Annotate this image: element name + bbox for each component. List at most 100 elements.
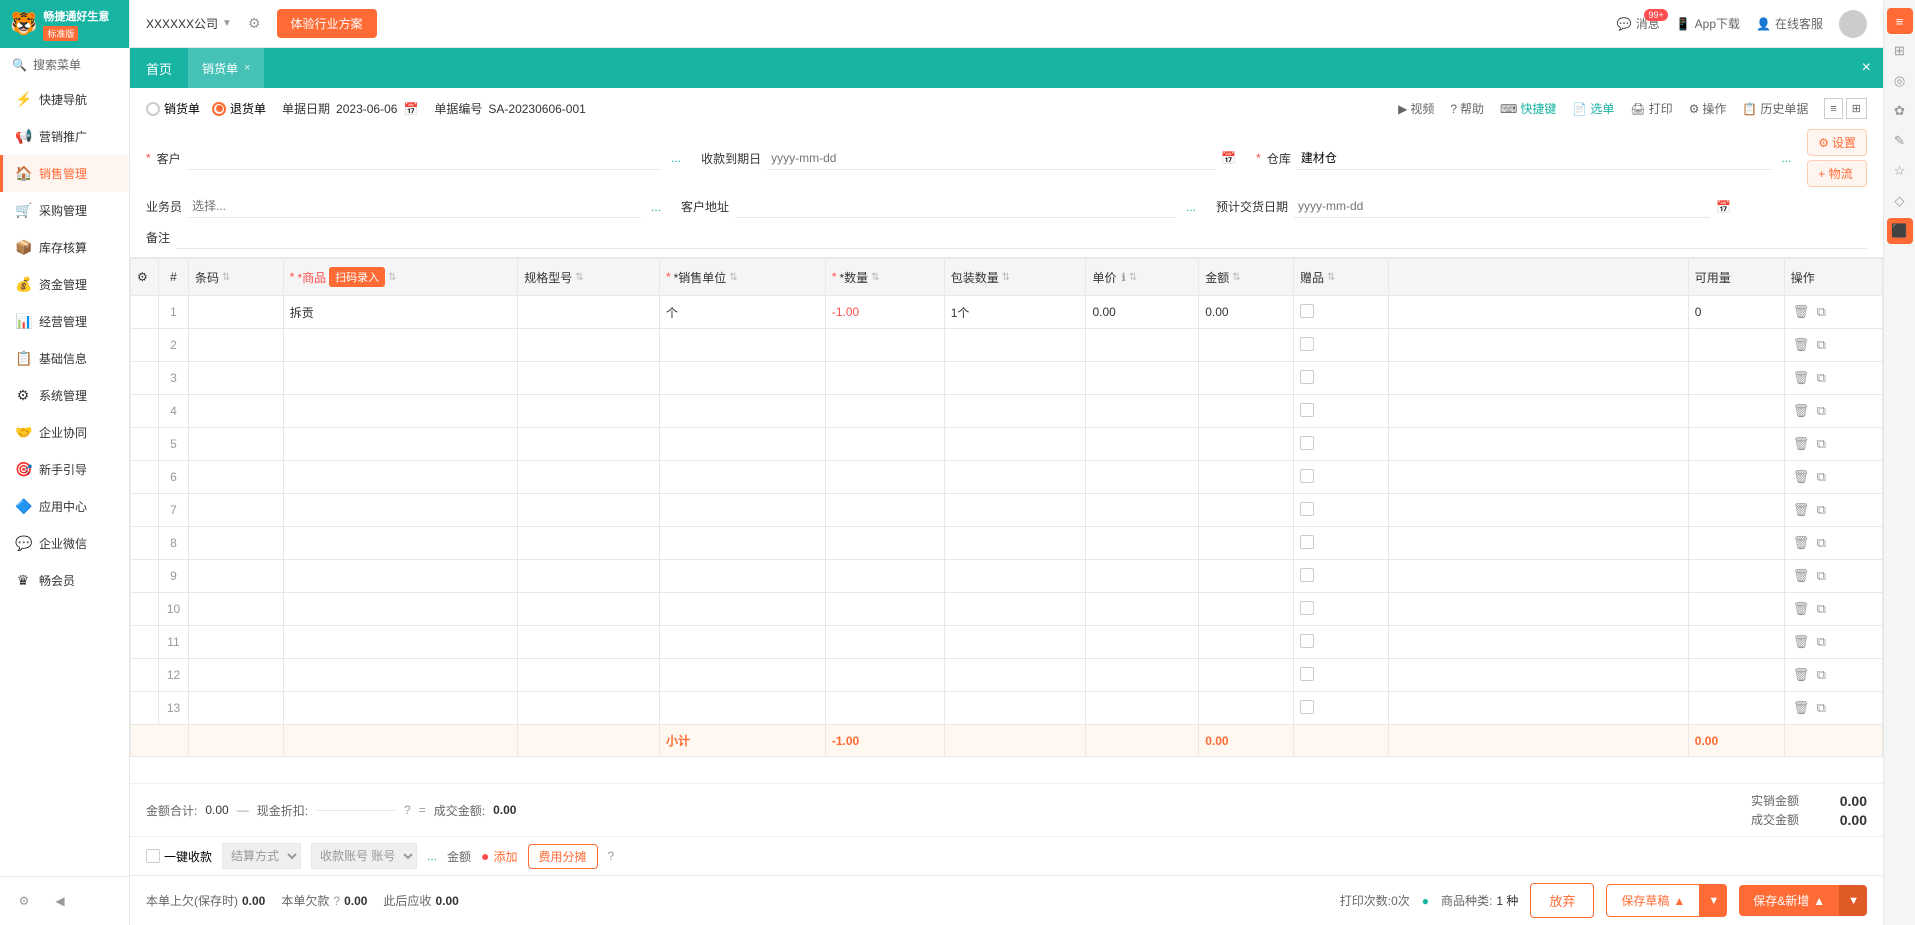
- delete-row-btn[interactable]: 🗑: [1791, 467, 1812, 487]
- delete-row-btn[interactable]: 🗑: [1791, 434, 1812, 454]
- right-panel-btn-8[interactable]: ⬛: [1887, 218, 1913, 244]
- sidebar-item-guide[interactable]: 🎯 新手引导: [0, 451, 129, 488]
- fee-split-btn[interactable]: 费用分摊: [528, 844, 598, 869]
- tab-close-icon[interactable]: ×: [244, 62, 250, 74]
- delete-row-btn[interactable]: 🗑: [1791, 599, 1812, 619]
- delete-row-btn[interactable]: 🗑: [1791, 533, 1812, 553]
- right-panel-btn-6[interactable]: ☆: [1887, 158, 1913, 184]
- toolbar-history-btn[interactable]: 📋 历史单据: [1738, 98, 1812, 119]
- warehouse-input[interactable]: [1297, 147, 1771, 170]
- messages-btn[interactable]: 💬 消息 99+: [1617, 15, 1660, 32]
- copy-row-btn[interactable]: ⧉: [1815, 599, 1828, 619]
- save-draft-btn[interactable]: 保存草稿 ▲: [1606, 884, 1700, 917]
- copy-row-btn[interactable]: ⧉: [1815, 566, 1828, 586]
- sidebar-item-marketing[interactable]: 📢 营销推广: [0, 118, 129, 155]
- view-list-btn[interactable]: ≡: [1824, 98, 1842, 119]
- addr-dots-btn[interactable]: ...: [1186, 200, 1196, 214]
- copy-row-btn[interactable]: ⧉: [1815, 302, 1828, 322]
- customer-dots-btn[interactable]: ...: [671, 151, 681, 165]
- account-select[interactable]: 收款账号 账号: [311, 843, 417, 869]
- salesperson-input[interactable]: [188, 195, 641, 218]
- view-grid-btn[interactable]: ⊞: [1846, 98, 1867, 119]
- sidebar-item-apps[interactable]: 🔷 应用中心: [0, 488, 129, 525]
- calc-help-icon[interactable]: ?: [404, 803, 411, 817]
- customer-input[interactable]: [187, 147, 661, 170]
- copy-row-btn[interactable]: ⧉: [1815, 665, 1828, 685]
- fee-help-icon[interactable]: ?: [608, 849, 615, 863]
- company-selector[interactable]: XXXXXX公司 ▼: [146, 15, 232, 32]
- sidebar-item-system[interactable]: ⚙ 系统管理: [0, 377, 129, 414]
- toolbar-shortcut-btn[interactable]: ⌨ 快捷键: [1496, 98, 1560, 119]
- delete-row-btn[interactable]: 🗑: [1791, 566, 1812, 586]
- settings-btn[interactable]: ⚙ 设置: [1807, 129, 1867, 156]
- delete-row-btn[interactable]: 🗑: [1791, 302, 1812, 322]
- sidebar-item-base[interactable]: 📋 基础信息: [0, 340, 129, 377]
- right-panel-btn-3[interactable]: ◎: [1887, 68, 1913, 94]
- copy-row-btn[interactable]: ⧉: [1815, 500, 1828, 520]
- app-download-btn[interactable]: 📱 App下载: [1676, 15, 1740, 32]
- sidebar-item-sales[interactable]: 🏠 销售管理: [0, 155, 129, 192]
- service-btn[interactable]: 👤 在线客服: [1756, 15, 1823, 32]
- sidebar-search[interactable]: 🔍 搜索菜单: [0, 48, 129, 81]
- toolbar-help-btn[interactable]: ? 帮助: [1446, 98, 1488, 119]
- tab-home[interactable]: 首页: [130, 48, 188, 88]
- delete-row-btn[interactable]: 🗑: [1791, 632, 1812, 652]
- sidebar-item-finance[interactable]: 💰 资金管理: [0, 266, 129, 303]
- expected-date-input[interactable]: [1294, 195, 1710, 218]
- date-calendar-icon[interactable]: 📅: [403, 102, 418, 116]
- sidebar-item-enterprise[interactable]: 🤝 企业协同: [0, 414, 129, 451]
- customer-addr-input[interactable]: [735, 195, 1176, 218]
- due-date-calendar-icon[interactable]: 📅: [1221, 151, 1236, 165]
- remarks-input[interactable]: [176, 226, 1867, 249]
- copy-row-btn[interactable]: ⧉: [1815, 467, 1828, 487]
- toolbar-more-btn[interactable]: ⚙ 操作: [1685, 98, 1731, 119]
- warehouse-dots-btn[interactable]: ...: [1781, 151, 1791, 165]
- copy-row-btn[interactable]: ⧉: [1815, 698, 1828, 718]
- logistics-btn[interactable]: + 物流: [1807, 160, 1867, 187]
- toolbar-template-btn[interactable]: 📄 选单: [1568, 98, 1618, 119]
- copy-row-btn[interactable]: ⧉: [1815, 368, 1828, 388]
- right-panel-btn-5[interactable]: ✎: [1887, 128, 1913, 154]
- sidebar-collapse-btn[interactable]: ◀: [46, 887, 74, 915]
- delete-row-btn[interactable]: 🗑: [1791, 401, 1812, 421]
- right-panel-btn-4[interactable]: ✿: [1887, 98, 1913, 124]
- sidebar-item-purchase[interactable]: 🛒 采购管理: [0, 192, 129, 229]
- tab-sales-order[interactable]: 销货单 ×: [188, 48, 264, 88]
- delete-row-btn[interactable]: 🗑: [1791, 665, 1812, 685]
- copy-row-btn[interactable]: ⧉: [1815, 533, 1828, 553]
- radio-return-order[interactable]: 退货单: [212, 100, 266, 117]
- one-click-payment-checkbox[interactable]: 一键收款: [146, 848, 212, 865]
- delete-row-btn[interactable]: 🗑: [1791, 368, 1812, 388]
- right-panel-btn-2[interactable]: ⊞: [1887, 38, 1913, 64]
- toolbar-video-btn[interactable]: ▶ 视频: [1394, 98, 1438, 119]
- save-new-btn[interactable]: 保存&新增 ▲: [1739, 885, 1839, 916]
- sidebar-item-inventory[interactable]: 📦 库存核算: [0, 229, 129, 266]
- table-gear-icon[interactable]: ⚙: [137, 270, 148, 284]
- sidebar-item-operations[interactable]: 📊 经营管理: [0, 303, 129, 340]
- copy-row-btn[interactable]: ⧉: [1815, 401, 1828, 421]
- owed-help-icon[interactable]: ?: [333, 894, 340, 908]
- expected-date-calendar-icon[interactable]: 📅: [1716, 200, 1731, 214]
- save-new-arrow-btn[interactable]: ▼: [1839, 885, 1867, 916]
- avatar[interactable]: [1839, 10, 1867, 38]
- sidebar-item-vip[interactable]: ♛ 畅会员: [0, 562, 129, 599]
- delete-row-btn[interactable]: 🗑: [1791, 500, 1812, 520]
- sidebar-item-quick-nav[interactable]: ⚡ 快捷导航: [0, 81, 129, 118]
- discard-btn[interactable]: 放弃: [1530, 883, 1594, 918]
- right-panel-btn-1[interactable]: ≡: [1887, 8, 1913, 34]
- due-date-input[interactable]: [767, 147, 1215, 170]
- copy-row-btn[interactable]: ⧉: [1815, 335, 1828, 355]
- delete-row-btn[interactable]: 🗑: [1791, 335, 1812, 355]
- sidebar-settings-btn[interactable]: ⚙: [10, 887, 38, 915]
- trial-btn[interactable]: 体验行业方案: [277, 9, 377, 38]
- copy-row-btn[interactable]: ⧉: [1815, 632, 1828, 652]
- sidebar-item-wechat[interactable]: 💬 企业微信: [0, 525, 129, 562]
- toolbar-print-btn[interactable]: 🖨 打印: [1626, 98, 1676, 119]
- close-all-tabs-btn[interactable]: ×: [1850, 59, 1883, 77]
- salesperson-dots-btn[interactable]: ...: [651, 200, 661, 214]
- topbar-gear-icon[interactable]: ⚙: [248, 15, 261, 32]
- payment-method-select[interactable]: 结算方式: [222, 843, 301, 869]
- product-type-info[interactable]: 商品种类: 1 种: [1441, 892, 1518, 909]
- save-draft-arrow-btn[interactable]: ▼: [1700, 884, 1727, 917]
- scan-btn[interactable]: 扫码录入: [329, 267, 385, 287]
